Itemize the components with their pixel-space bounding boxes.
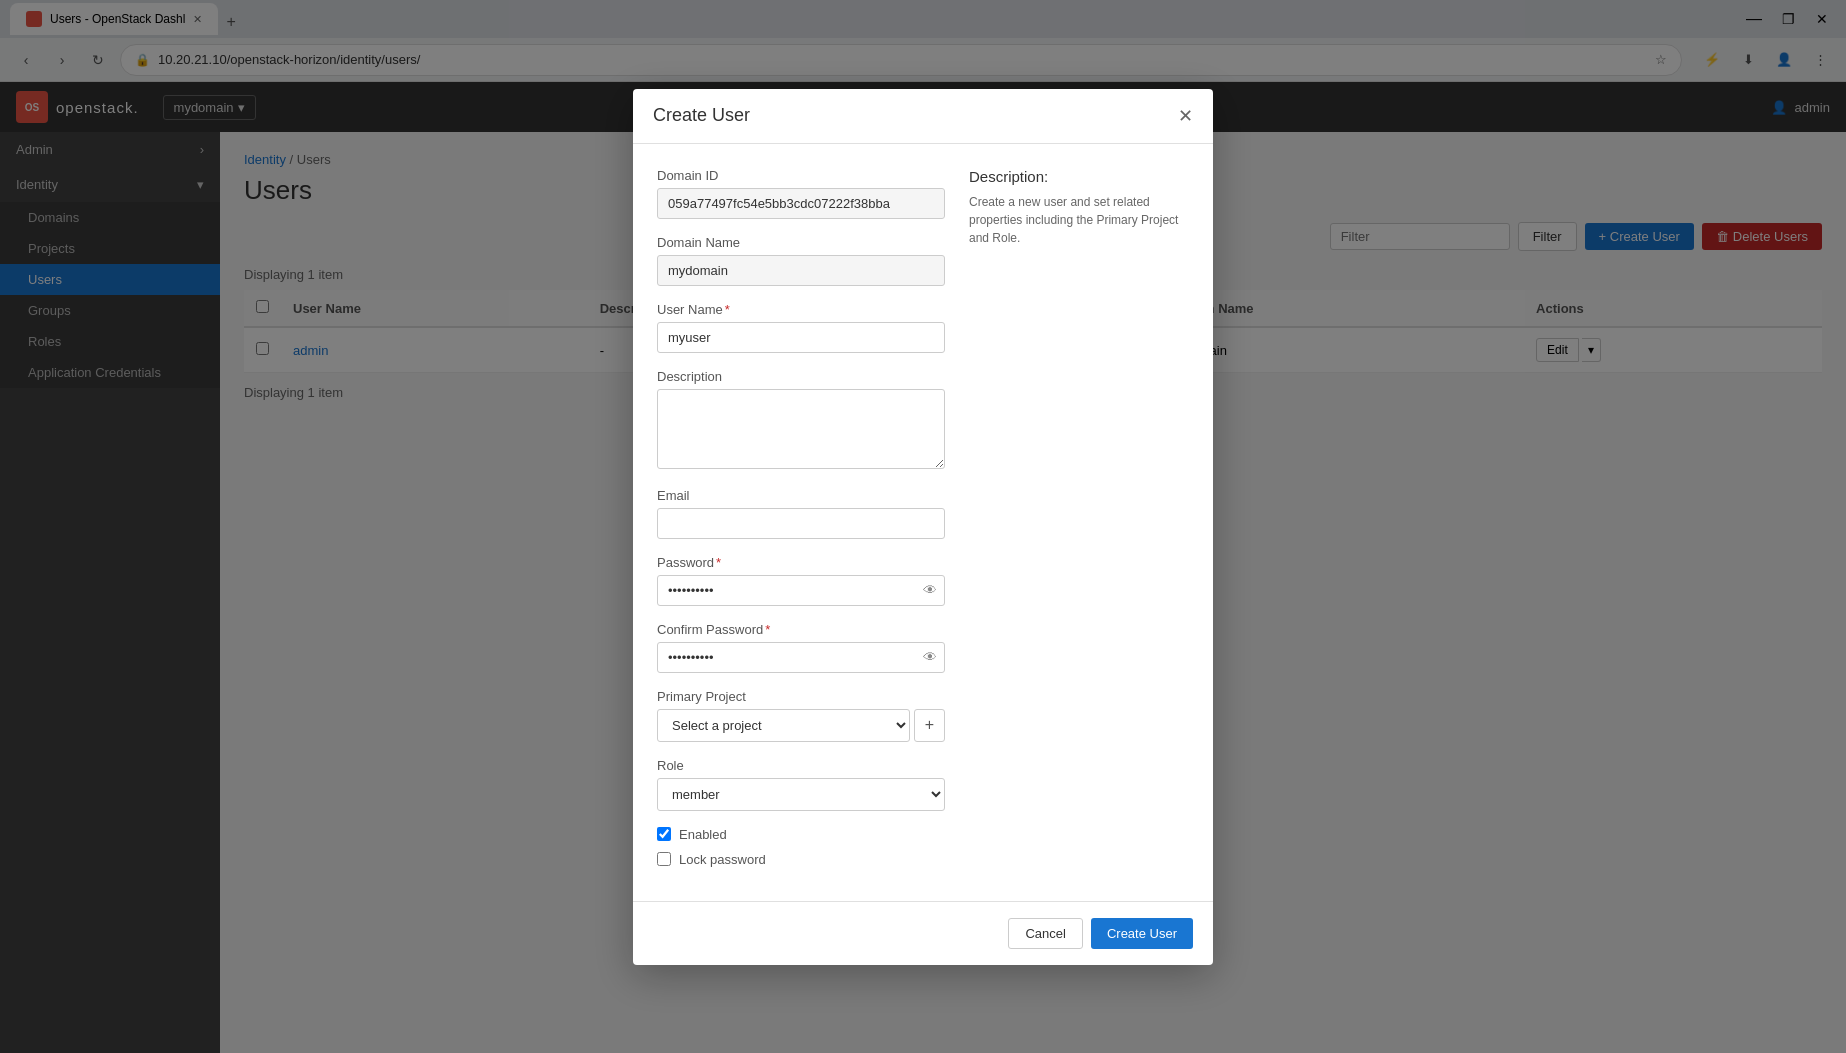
- email-group: Email: [657, 488, 945, 539]
- email-label: Email: [657, 488, 945, 503]
- role-group: Role member admin reader: [657, 758, 945, 811]
- domain-name-group: Domain Name: [657, 235, 945, 286]
- confirm-password-label: Confirm Password*: [657, 622, 945, 637]
- password-toggle-icon[interactable]: 👁: [923, 582, 937, 598]
- modal-description-panel: Description: Create a new user and set r…: [969, 168, 1189, 877]
- description-label: Description: [657, 369, 945, 384]
- enabled-label: Enabled: [679, 827, 727, 842]
- confirm-password-toggle-icon[interactable]: 👁: [923, 649, 937, 665]
- domain-id-label: Domain ID: [657, 168, 945, 183]
- password-label: Password*: [657, 555, 945, 570]
- user-name-input[interactable]: [657, 322, 945, 353]
- modal-footer: Cancel Create User: [633, 901, 1213, 965]
- enabled-checkbox[interactable]: [657, 827, 671, 841]
- password-wrapper: 👁: [657, 575, 945, 606]
- confirm-password-group: Confirm Password* 👁: [657, 622, 945, 673]
- create-user-submit-button[interactable]: Create User: [1091, 918, 1193, 949]
- enabled-checkbox-group: Enabled: [657, 827, 945, 842]
- modal-close-button[interactable]: ✕: [1178, 105, 1193, 127]
- password-group: Password* 👁: [657, 555, 945, 606]
- role-label: Role: [657, 758, 945, 773]
- domain-name-input[interactable]: [657, 255, 945, 286]
- cancel-button[interactable]: Cancel: [1008, 918, 1082, 949]
- description-group: Description: [657, 369, 945, 472]
- confirm-password-wrapper: 👁: [657, 642, 945, 673]
- primary-project-select-group: Select a project +: [657, 709, 945, 742]
- lock-password-checkbox[interactable]: [657, 852, 671, 866]
- modal-desc-text: Create a new user and set related proper…: [969, 193, 1189, 247]
- user-name-group: User Name*: [657, 302, 945, 353]
- role-select[interactable]: member admin reader: [657, 778, 945, 811]
- modal-title: Create User: [653, 105, 750, 126]
- primary-project-add-btn[interactable]: +: [914, 709, 945, 742]
- modal-body: Domain ID Domain Name User Name*: [633, 144, 1213, 901]
- domain-id-input[interactable]: [657, 188, 945, 219]
- primary-project-select[interactable]: Select a project: [657, 709, 910, 742]
- domain-id-group: Domain ID: [657, 168, 945, 219]
- lock-password-checkbox-group: Lock password: [657, 852, 945, 867]
- confirm-password-input[interactable]: [657, 642, 945, 673]
- domain-name-label: Domain Name: [657, 235, 945, 250]
- browser-window: Users - OpenStack Dashl ✕ + — ❐ ✕ ‹ › ↻ …: [0, 0, 1846, 1053]
- lock-password-label: Lock password: [679, 852, 766, 867]
- modal-desc-heading: Description:: [969, 168, 1189, 185]
- create-user-modal: Create User ✕ Domain ID Domain Name: [633, 89, 1213, 965]
- modal-header: Create User ✕: [633, 89, 1213, 144]
- modal-form: Domain ID Domain Name User Name*: [657, 168, 945, 877]
- email-input[interactable]: [657, 508, 945, 539]
- password-input[interactable]: [657, 575, 945, 606]
- modal-overlay: Create User ✕ Domain ID Domain Name: [0, 0, 1846, 1053]
- description-input[interactable]: [657, 389, 945, 469]
- primary-project-group: Primary Project Select a project +: [657, 689, 945, 742]
- user-name-label: User Name*: [657, 302, 945, 317]
- primary-project-label: Primary Project: [657, 689, 945, 704]
